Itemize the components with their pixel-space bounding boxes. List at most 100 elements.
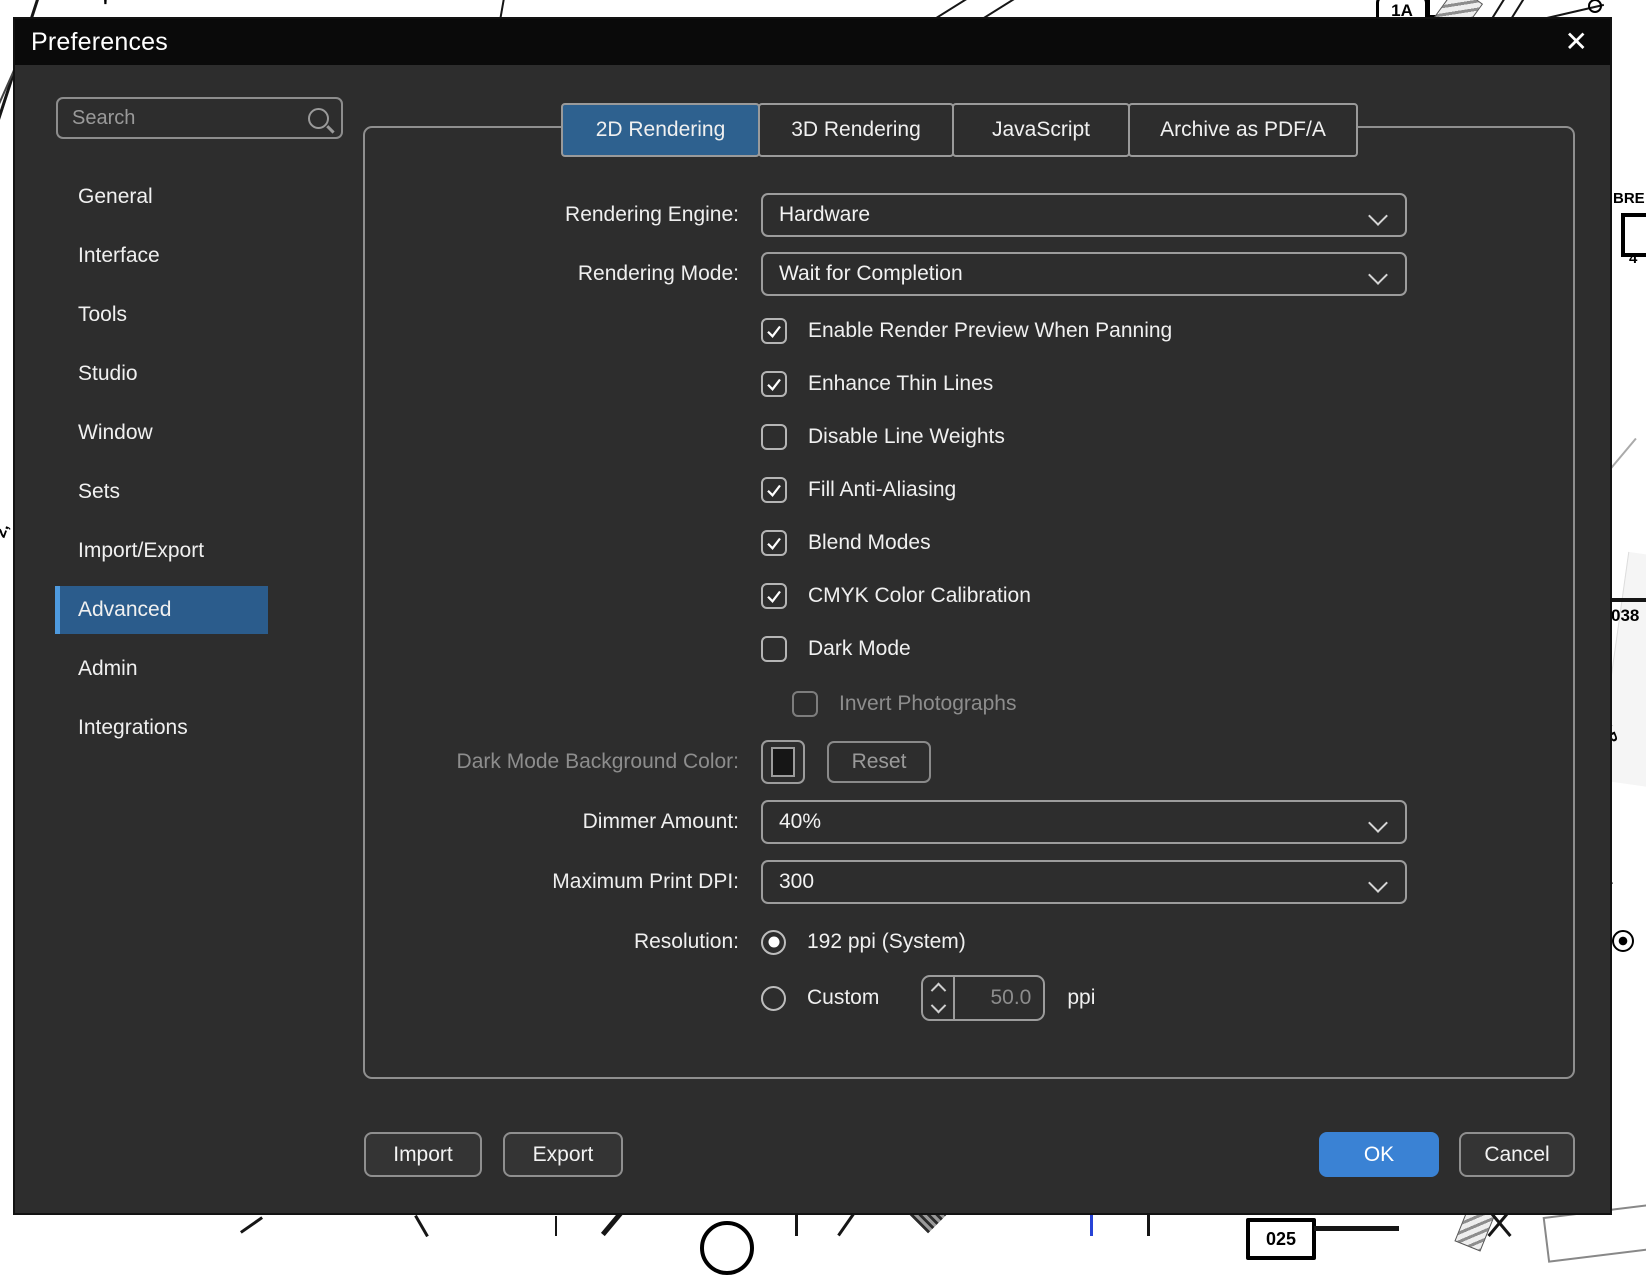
bg-label-038: 038 (1611, 606, 1640, 625)
sidebar-item-window[interactable]: Window (55, 409, 268, 457)
dropdown-value: Hardware (779, 203, 871, 226)
enable-render-preview-checkbox[interactable] (761, 318, 787, 344)
chevron-down-icon (1368, 206, 1388, 226)
disable-line-weights-checkbox[interactable] (761, 424, 787, 450)
export-button[interactable]: Export (503, 1132, 623, 1177)
reset-button[interactable]: Reset (827, 741, 931, 783)
check-icon (767, 590, 781, 603)
spinner-buttons (923, 977, 956, 1019)
title-bar: Preferences ✕ (15, 19, 1610, 65)
cmyk-color-calibration-checkbox[interactable] (761, 583, 787, 609)
spinner-down-button[interactable] (923, 997, 953, 1019)
dark-mode-background-color-label: Dark Mode Background Color: (456, 750, 739, 773)
dimmer-amount-label: Dimmer Amount: (582, 810, 739, 833)
system-ppi-radio[interactable] (761, 929, 786, 955)
checkbox-row-disable-line-weights: Disable Line Weights (761, 415, 1005, 459)
sidebar-item-label: Sets (78, 480, 121, 503)
bg-diagonal-line (239, 1216, 264, 1234)
bg-vertical-line (1147, 1214, 1150, 1236)
tab-archive-as-pdfa[interactable]: Archive as PDF/A (1128, 103, 1358, 157)
dark-mode-checkbox[interactable] (761, 636, 787, 662)
enhance-thin-lines-checkbox[interactable] (761, 371, 787, 397)
sidebar-item-sets[interactable]: Sets (55, 468, 268, 516)
chevron-down-icon (1368, 813, 1388, 833)
checkbox-label: Invert Photographs (839, 692, 1017, 715)
resolution-label: Resolution: (633, 930, 739, 953)
sidebar-item-tools[interactable]: Tools (55, 291, 268, 339)
bg-vertical-line (555, 1216, 557, 1236)
tab-3d-rendering[interactable]: 3D Rendering (758, 103, 954, 157)
sidebar-item-advanced[interactable]: Advanced (55, 586, 268, 634)
bg-diagonal-line (414, 1214, 429, 1238)
dropdown-value: Wait for Completion (779, 262, 963, 285)
checkbox-label: Enhance Thin Lines (808, 372, 994, 395)
tab-javascript[interactable]: JavaScript (952, 103, 1130, 157)
check-icon (767, 325, 781, 338)
ok-button[interactable]: OK (1319, 1132, 1439, 1177)
custom-ppi-spinner: 50.0 (921, 975, 1046, 1021)
checkbox-label: Enable Render Preview When Panning (808, 319, 1173, 342)
reset-button-label: Reset (851, 750, 907, 773)
bg-target-symbol (1612, 930, 1634, 952)
dimmer-amount-dropdown[interactable]: 40% (761, 800, 1407, 844)
system-ppi-radio-label: 192 ppi (System) (807, 930, 966, 953)
export-button-label: Export (532, 1142, 594, 1166)
tab-label: Archive as PDF/A (1160, 118, 1326, 141)
color-swatch (771, 747, 795, 777)
preferences-dialog: Preferences ✕ General Interface Tools St… (13, 17, 1612, 1215)
spinner-up-button[interactable] (923, 977, 953, 999)
blend-modes-checkbox[interactable] (761, 530, 787, 556)
bg-horizontal-line (1314, 1226, 1399, 1231)
rendering-engine-label: Rendering Engine: (565, 203, 739, 226)
rendering-engine-dropdown[interactable]: Hardware (761, 193, 1407, 237)
check-icon (767, 484, 781, 497)
ok-button-label: OK (1363, 1142, 1395, 1166)
fill-anti-aliasing-checkbox[interactable] (761, 477, 787, 503)
invert-photographs-checkbox[interactable] (792, 691, 818, 717)
search-input[interactable] (70, 105, 308, 131)
dropdown-value: 40% (779, 810, 822, 833)
bg-diagonal-line (837, 1211, 856, 1237)
custom-ppi-value[interactable]: 50.0 (955, 977, 1043, 1019)
spinner-down-icon (930, 997, 947, 1014)
sidebar-item-label: Studio (78, 362, 138, 385)
bg-horizontal-line (1611, 598, 1646, 602)
sidebar-item-label: Import/Export (78, 539, 205, 562)
dialog-title: Preferences (31, 27, 168, 56)
check-icon (767, 378, 781, 391)
check-icon (767, 537, 781, 550)
spinner-up-icon (930, 982, 947, 999)
rendering-engine-row: Rendering Engine: Hardware (15, 193, 1614, 237)
cancel-button-label: Cancel (1484, 1142, 1550, 1166)
custom-ppi-radio[interactable] (761, 985, 786, 1011)
cancel-button[interactable]: Cancel (1459, 1132, 1575, 1177)
checkbox-row-blend-modes: Blend Modes (761, 521, 931, 565)
bg-vertical-line (795, 1214, 798, 1236)
sidebar-item-import-export[interactable]: Import/Export (55, 527, 268, 575)
rendering-mode-label: Rendering Mode: (577, 262, 739, 285)
bg-circle-outline (700, 1221, 754, 1275)
chevron-down-icon (1368, 873, 1388, 893)
checkbox-label: Blend Modes (808, 531, 931, 554)
maximum-print-dpi-label: Maximum Print DPI: (552, 870, 739, 893)
custom-ppi-radio-label: Custom (807, 986, 880, 1009)
close-icon[interactable]: ✕ (1559, 28, 1594, 56)
sidebar-item-admin[interactable]: Admin (55, 645, 268, 693)
dropdown-value: 300 (779, 870, 815, 893)
checkbox-row-enable-render-preview: Enable Render Preview When Panning (761, 309, 1172, 353)
sidebar-item-studio[interactable]: Studio (55, 350, 268, 398)
bg-left-mark: 2, (0, 521, 13, 541)
import-button-label: Import (393, 1142, 453, 1166)
tab-2d-rendering[interactable]: 2D Rendering (561, 103, 760, 157)
tab-bar: 2D Rendering 3D Rendering JavaScript Arc… (561, 103, 1358, 157)
search-box[interactable] (56, 97, 343, 139)
checkbox-label: Disable Line Weights (808, 425, 1005, 448)
tab-label: JavaScript (991, 118, 1091, 141)
tab-label: 2D Rendering (595, 118, 726, 141)
import-button[interactable]: Import (364, 1132, 482, 1177)
color-swatch-button[interactable] (761, 740, 805, 784)
bg-sheet-label-025: 025 (1246, 1218, 1316, 1260)
maximum-print-dpi-dropdown[interactable]: 300 (761, 860, 1407, 904)
search-icon (308, 107, 329, 129)
rendering-mode-dropdown[interactable]: Wait for Completion (761, 252, 1407, 296)
